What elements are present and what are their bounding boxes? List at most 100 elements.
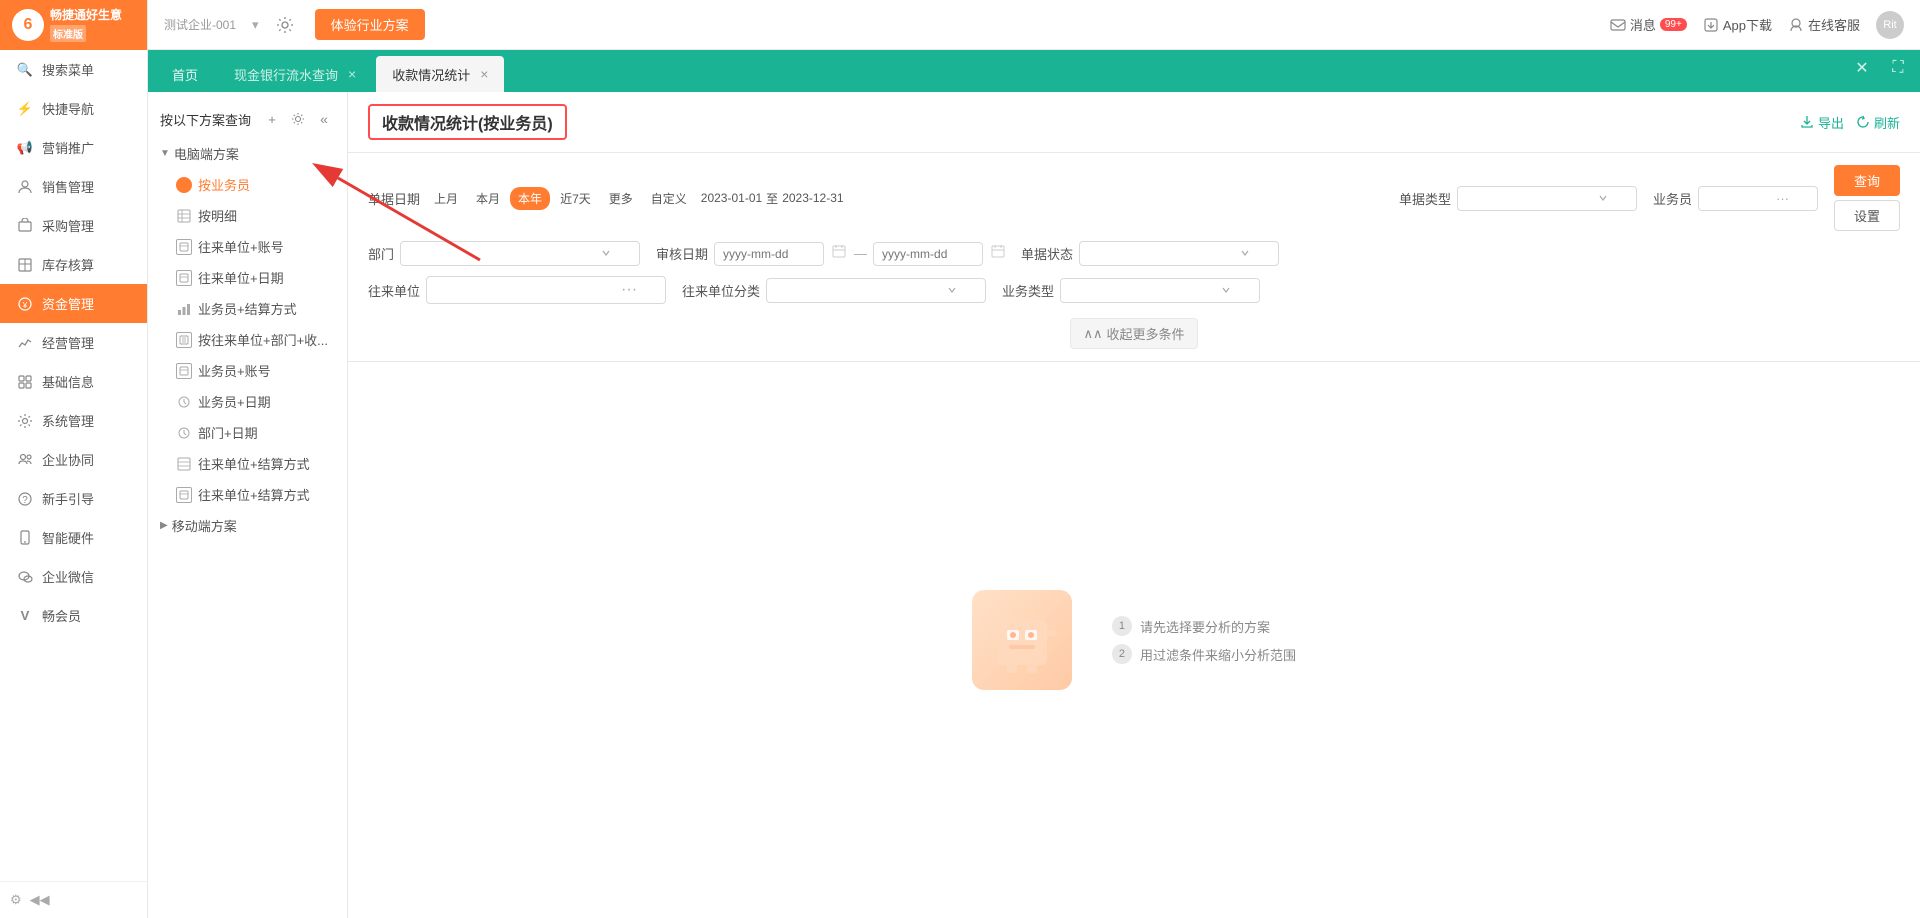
- tree-item-supplier-payment2[interactable]: 往来单位+结算方式: [148, 479, 347, 510]
- filter-settings-button[interactable]: 设置: [1834, 200, 1900, 231]
- sidebar-item-hardware[interactable]: 智能硬件: [0, 518, 147, 557]
- sidebar-item-wechat[interactable]: 企业微信: [0, 557, 147, 596]
- salesperson-ellipsis[interactable]: ···: [1776, 191, 1789, 206]
- tree-item-by-detail[interactable]: 按明细: [148, 200, 347, 231]
- empty-step-2: 2 用过滤条件来缩小分析范围: [1112, 644, 1296, 664]
- bill-type-select[interactable]: [1457, 186, 1637, 211]
- panel-collapse-button[interactable]: «: [313, 108, 335, 130]
- quicknav-icon: ⚡: [16, 100, 34, 118]
- counterpart-class-label: 往来单位分类: [682, 281, 760, 300]
- bill-status-label: 单据状态: [1021, 244, 1073, 263]
- date-tab-7days[interactable]: 近7天: [552, 187, 599, 210]
- date-tab-more[interactable]: 更多: [601, 187, 641, 210]
- sidebar-item-label: 企业协同: [42, 450, 94, 469]
- date-tab-last-month[interactable]: 上月: [426, 187, 466, 210]
- refresh-button[interactable]: 刷新: [1856, 113, 1900, 132]
- query-button[interactable]: 查询: [1834, 165, 1900, 196]
- counterpart-label: 往来单位: [368, 281, 420, 300]
- bill-status-select[interactable]: [1079, 241, 1279, 266]
- sidebar-item-inventory[interactable]: 库存核算: [0, 245, 147, 284]
- topbar-settings-icon[interactable]: [271, 11, 299, 39]
- tab-fullscreen-icon[interactable]: ⛶: [1884, 54, 1912, 82]
- sidebar-item-cooperation[interactable]: 企业协同: [0, 440, 147, 479]
- calendar-to-icon[interactable]: [991, 244, 1005, 261]
- audit-date-dash: —: [854, 246, 867, 261]
- tree-group-mobile-header[interactable]: ▶ 移动端方案: [148, 510, 347, 541]
- tree-item-salesperson-date[interactable]: 业务员+日期: [148, 386, 347, 417]
- business-type-chevron-icon: [1221, 283, 1231, 298]
- sidebar-item-label: 智能硬件: [42, 528, 94, 547]
- sidebar-item-search[interactable]: 🔍 搜索菜单: [0, 50, 147, 89]
- tab-home[interactable]: 首页: [156, 56, 214, 92]
- tree-item-supplier-payment1[interactable]: 往来单位+结算方式: [148, 448, 347, 479]
- calendar-from-icon[interactable]: [832, 244, 846, 261]
- counterpart-class-select[interactable]: [766, 278, 986, 303]
- trial-button[interactable]: 体验行业方案: [315, 9, 425, 40]
- online-service-action[interactable]: 在线客服: [1788, 15, 1860, 34]
- sidebar-item-finance[interactable]: ¥ 资金管理: [0, 284, 147, 323]
- tree-item-supplier-account[interactable]: 往来单位+账号: [148, 231, 347, 262]
- tree-group-pc-header[interactable]: ▼ 电脑端方案: [148, 138, 347, 169]
- basic-icon: [16, 373, 34, 391]
- counterpart-select[interactable]: ···: [426, 276, 666, 304]
- sidebar-item-purchase[interactable]: 采购管理: [0, 206, 147, 245]
- sidebar-item-member[interactable]: V 畅会员: [0, 596, 147, 635]
- date-tab-this-year[interactable]: 本年: [510, 187, 550, 210]
- tree-item-supplier-dept-collect[interactable]: 按往来单位+部门+收...: [148, 324, 347, 355]
- tree-item-salesperson-account[interactable]: 业务员+账号: [148, 355, 347, 386]
- hardware-icon: [16, 529, 34, 547]
- topbar-chevron-icon[interactable]: ▾: [252, 17, 259, 33]
- collapse-icon[interactable]: ◀◀: [30, 892, 50, 908]
- tree-item-label: 部门+日期: [198, 423, 258, 442]
- content-area: 按以下方案查询 + « ▼ 电脑端方案 按业务员: [148, 92, 1920, 918]
- sidebar-item-quicknav[interactable]: ⚡ 快捷导航: [0, 89, 147, 128]
- tab-bank-flow-close-icon[interactable]: ×: [348, 67, 356, 81]
- date-to: 2023-12-31: [782, 191, 843, 205]
- sidebar: 6 畅捷通好生意 标准版 🔍 搜索菜单 ⚡ 快捷导航 📢 营销推广 销售管理: [0, 0, 148, 918]
- page-title: 收款情况统计(按业务员): [382, 110, 553, 134]
- salesperson-select[interactable]: ···: [1698, 186, 1818, 211]
- date-tab-this-month[interactable]: 本月: [468, 187, 508, 210]
- sidebar-item-basic[interactable]: 基础信息: [0, 362, 147, 401]
- sidebar-bottom: ⚙ ◀◀: [0, 881, 147, 918]
- filter-audit-date-item: 审核日期 —: [656, 242, 1005, 266]
- message-action[interactable]: 消息 99+: [1610, 15, 1687, 34]
- tab-bank-flow[interactable]: 现金银行流水查询 ×: [218, 56, 372, 92]
- date-from: 2023-01-01: [701, 191, 762, 205]
- business-type-select[interactable]: [1060, 278, 1260, 303]
- audit-date-to-input[interactable]: [873, 242, 983, 266]
- sidebar-item-system[interactable]: 系统管理: [0, 401, 147, 440]
- sidebar-item-guide[interactable]: ? 新手引导: [0, 479, 147, 518]
- tab-collection-stats-close-icon[interactable]: ×: [480, 67, 488, 81]
- tab-collection-stats[interactable]: 收款情况统计 ×: [376, 56, 504, 92]
- sidebar-item-sales[interactable]: 销售管理: [0, 167, 147, 206]
- export-button[interactable]: 导出: [1800, 113, 1844, 132]
- settings-icon[interactable]: ⚙: [10, 892, 22, 908]
- tree-item-by-salesperson[interactable]: 按业务员: [148, 169, 347, 200]
- sidebar-item-operation[interactable]: 经营管理: [0, 323, 147, 362]
- sidebar-item-label: 采购管理: [42, 216, 94, 235]
- tab-close-all-icon[interactable]: ✕: [1848, 54, 1876, 82]
- tab-bank-flow-label: 现金银行流水查询: [234, 65, 338, 84]
- topbar-actions: 消息 99+ App下载 在线客服 Rit: [1610, 11, 1904, 39]
- sidebar-item-label: 资金管理: [42, 294, 94, 313]
- collapse-filter-button[interactable]: ∧∧ 收起更多条件: [1070, 318, 1197, 349]
- tree-item-salesperson-payment[interactable]: 业务员+结算方式: [148, 293, 347, 324]
- counterpart-ellipsis[interactable]: ···: [621, 281, 637, 299]
- tabbar-right: ✕ ⛶: [1848, 50, 1912, 92]
- panel-add-button[interactable]: +: [261, 108, 283, 130]
- wechat-icon: [16, 568, 34, 586]
- tree-item-supplier-date[interactable]: 往来单位+日期: [148, 262, 347, 293]
- operation-icon: [16, 334, 34, 352]
- sales-icon: [16, 178, 34, 196]
- dept-select[interactable]: [400, 241, 640, 266]
- tree-item-dept-date[interactable]: 部门+日期: [148, 417, 347, 448]
- date-tab-custom[interactable]: 自定义: [643, 187, 695, 210]
- audit-date-from-input[interactable]: [714, 242, 824, 266]
- app-download-label: App下载: [1723, 15, 1772, 34]
- app-download-action[interactable]: App下载: [1703, 15, 1772, 34]
- panel-settings-button[interactable]: [287, 108, 309, 130]
- tree-item-label: 业务员+账号: [198, 361, 271, 380]
- sidebar-item-marketing[interactable]: 📢 营销推广: [0, 128, 147, 167]
- salesperson-date-icon: [176, 394, 192, 410]
